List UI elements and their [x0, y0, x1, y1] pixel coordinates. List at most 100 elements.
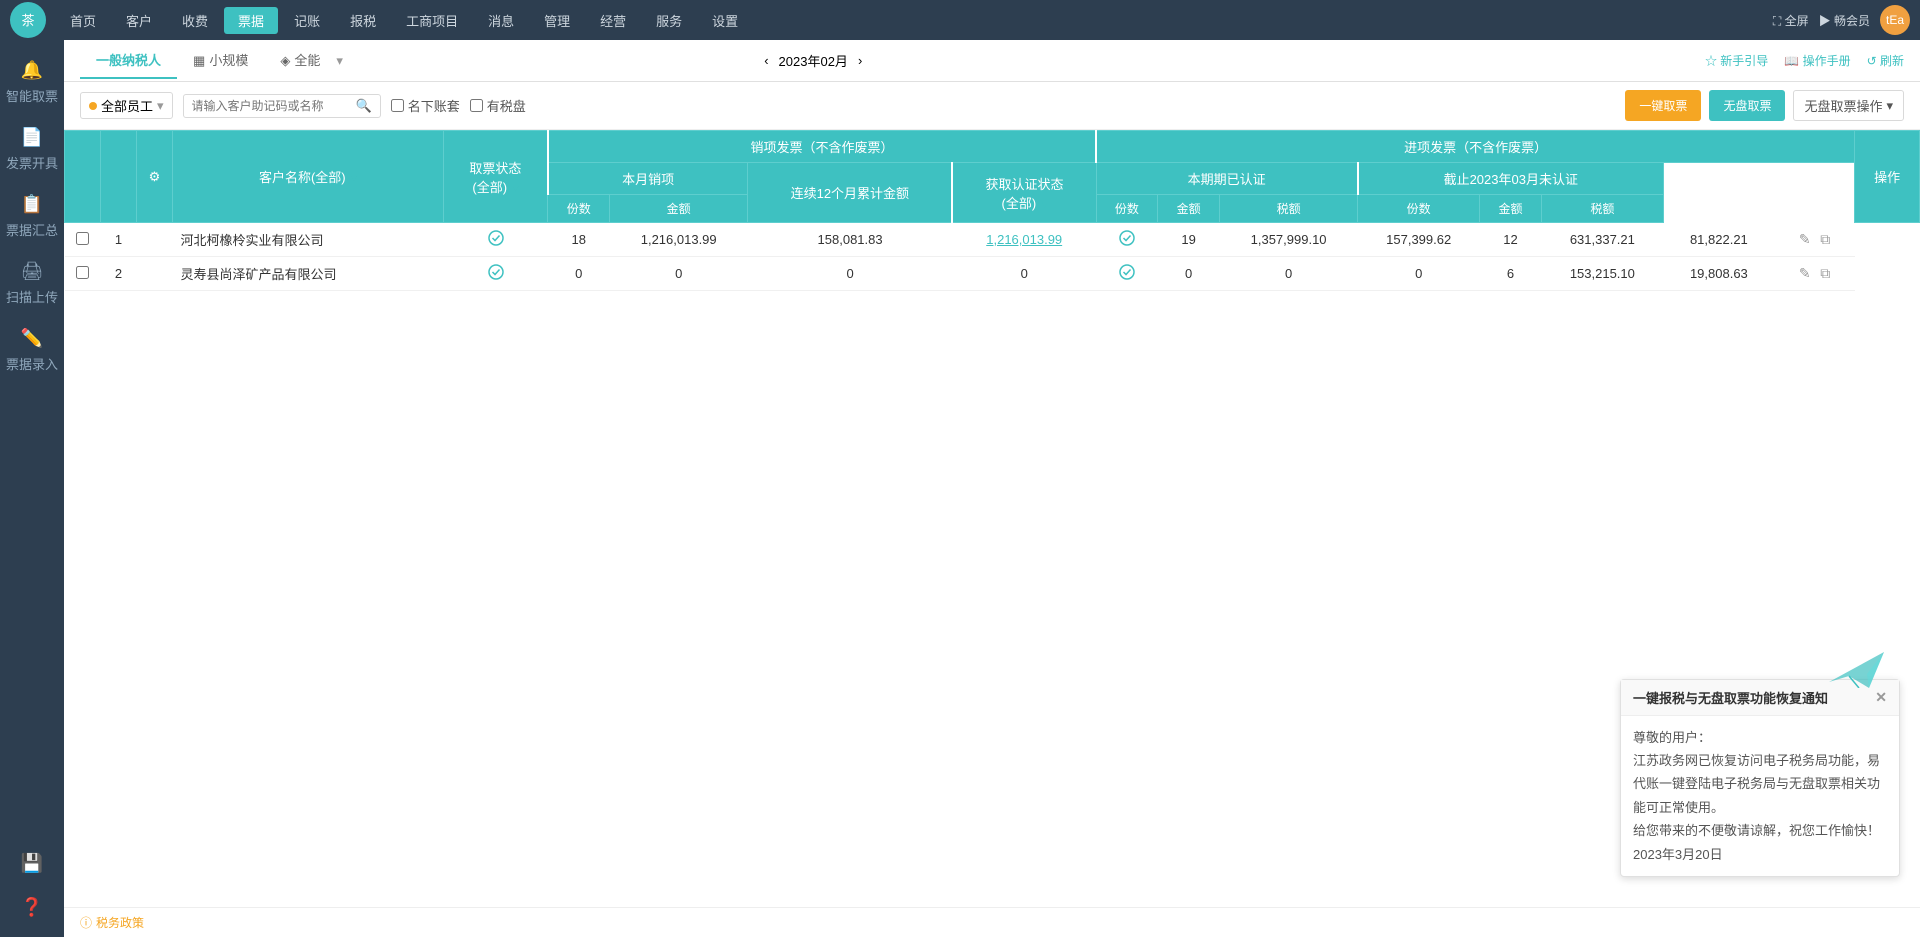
filter-taxdisk-checkbox[interactable]: 有税盘	[470, 96, 526, 115]
row1-sale-amount: 1,216,013.99	[610, 223, 748, 257]
toolbar-right: 一键取票 无盘取票 无盘取票操作 ▾	[1625, 90, 1904, 121]
row1-cert-count: 19	[1158, 223, 1220, 257]
row1-cert-amount: 1,357,999.10	[1219, 223, 1357, 257]
row2-num: 2	[101, 257, 137, 291]
search-icon[interactable]: 🔍	[356, 98, 372, 114]
employee-label: 全部员工	[101, 96, 153, 115]
th-cert-amount: 金额	[1158, 195, 1220, 223]
tab-dropdown-icon[interactable]: ▾	[336, 53, 343, 69]
th-uncert-amount: 金额	[1480, 195, 1542, 223]
tax-policy-link[interactable]: 税务政策	[80, 914, 144, 931]
customer-filter-icon[interactable]: ▾	[351, 173, 357, 185]
th-num	[101, 131, 137, 223]
table-row: 2 灵寿县尚泽矿产品有限公司 0 0 0 0 0	[65, 257, 1920, 291]
search-input[interactable]	[192, 99, 352, 113]
sidebar-item-smart-ticket[interactable]: 🔔 智能取票	[0, 50, 64, 113]
sidebar-item-label: 发票开具	[6, 153, 58, 172]
nav-message[interactable]: 消息	[474, 7, 528, 34]
th-current-month-sale: 本月销项	[548, 163, 748, 195]
notification-popup: 一键报税与无盘取票功能恢复通知 ✕ 尊敬的用户： 江苏政务网已恢复访问电子税务局…	[1620, 679, 1900, 877]
popup-decoration-icon	[1829, 652, 1889, 688]
refresh-btn[interactable]: ↺ 刷新	[1867, 52, 1904, 69]
row2-sale-amount: 0	[610, 257, 748, 291]
cert-status-filter-icon[interactable]: ▾	[1042, 199, 1048, 211]
tab-general-taxpayer[interactable]: 一般纳税人	[80, 42, 177, 79]
tab-small-scale[interactable]: ▦小规模	[177, 42, 264, 79]
sidebar-item-ticket-entry[interactable]: ✏️ 票据录入	[0, 318, 64, 381]
popup-close-btn[interactable]: ✕	[1875, 689, 1887, 706]
nav-business[interactable]: 工商项目	[392, 7, 472, 34]
row2-uncert-count: 6	[1480, 257, 1542, 291]
fullscreen-btn[interactable]: ⛶ 全屏	[1773, 12, 1809, 29]
manual-btn[interactable]: 📖 操作手册	[1784, 52, 1850, 69]
nav-fee[interactable]: 收费	[168, 7, 222, 34]
row1-check[interactable]	[65, 223, 101, 257]
row2-cert-count: 0	[1158, 257, 1220, 291]
nav-operation[interactable]: 经营	[586, 7, 640, 34]
row2-sale-tax: 0	[748, 257, 953, 291]
diskless-ticket-btn[interactable]: 无盘取票	[1709, 90, 1785, 121]
period-next-btn[interactable]: ›	[858, 53, 862, 68]
sidebar-item-ticket-summary[interactable]: 📋 票据汇总	[0, 184, 64, 247]
nav-settings[interactable]: 设置	[698, 7, 752, 34]
row2-edit-icon[interactable]: ✎	[1799, 265, 1811, 281]
one-click-ticket-btn[interactable]: 一键取票	[1625, 90, 1701, 121]
ticket-entry-icon: ✏️	[20, 326, 44, 350]
row1-customer: 河北柯橡柃实业有限公司	[173, 223, 444, 257]
smart-ticket-icon: 🔔	[20, 58, 44, 82]
row2-sale-count: 0	[548, 257, 610, 291]
popup-title: 一键报税与无盘取票功能恢复通知	[1633, 688, 1828, 707]
avatar[interactable]: tEa	[1880, 5, 1910, 35]
sidebar-item-scan-upload[interactable]: 🖨 扫描上传	[0, 251, 64, 314]
vip-btn[interactable]: ▶ 畅会员	[1819, 12, 1870, 29]
row2-cert-amount: 0	[1219, 257, 1357, 291]
invoice-open-icon: 📄	[20, 125, 44, 149]
sidebar-item-invoice-open[interactable]: 📄 发票开具	[0, 117, 64, 180]
filter-account-checkbox[interactable]: 名下账套	[391, 96, 460, 115]
app-logo[interactable]: 茶	[10, 2, 46, 38]
th-current-period-cert: 本期期已认证	[1096, 163, 1358, 195]
diskless-ops-btn[interactable]: 无盘取票操作 ▾	[1793, 90, 1904, 121]
row1-cumulative[interactable]: 1,216,013.99	[952, 223, 1096, 257]
employee-select[interactable]: 全部员工 ▾	[80, 92, 173, 119]
download-icon: 💾	[20, 851, 44, 875]
nav-service[interactable]: 服务	[642, 7, 696, 34]
nav-tax[interactable]: 报税	[336, 7, 390, 34]
row2-check[interactable]	[65, 257, 101, 291]
th-ticket-status: 取票状态(全部) ▾	[443, 131, 548, 223]
employee-dropdown-icon: ▾	[157, 98, 164, 114]
nav-bookkeeping[interactable]: 记账	[280, 7, 334, 34]
top-navigation: 茶 首页 客户 收费 票据 记账 报税 工商项目 消息 管理 经营 服务 设置 …	[0, 0, 1920, 40]
row2-copy-icon[interactable]: ⧉	[1820, 265, 1830, 281]
search-input-wrap: 🔍	[183, 94, 381, 118]
sidebar-item-help[interactable]: ❓	[16, 887, 48, 927]
filter-account-check[interactable]	[391, 99, 404, 112]
row1-sale-tax: 158,081.83	[748, 223, 953, 257]
settings-icon[interactable]: ⚙	[149, 169, 161, 184]
new-guide-btn[interactable]: ☆ 新手引导	[1705, 52, 1768, 69]
row1-num: 1	[101, 223, 137, 257]
tab-all[interactable]: ◈全能	[264, 42, 336, 79]
row1-cert-status	[1096, 223, 1158, 257]
nav-ticket[interactable]: 票据	[224, 7, 278, 34]
nav-home[interactable]: 首页	[56, 7, 110, 34]
dropdown-arrow-icon: ▾	[1886, 98, 1893, 114]
row1-edit-icon[interactable]: ✎	[1799, 231, 1811, 247]
nav-manage[interactable]: 管理	[530, 7, 584, 34]
sidebar-item-label: 智能取票	[6, 86, 58, 105]
sidebar-item-label: 票据汇总	[6, 220, 58, 239]
sidebar-bottom: 💾 ❓	[16, 843, 48, 937]
row1-cert-tax: 157,399.62	[1358, 223, 1480, 257]
th-until-mar-uncert: 截止2023年03月未认证	[1358, 163, 1664, 195]
ticket-status-filter-icon[interactable]: ▾	[513, 183, 519, 195]
row1-copy-icon[interactable]: ⧉	[1820, 231, 1830, 247]
sidebar-item-label: 票据录入	[6, 354, 58, 373]
all-icon: ◈	[280, 53, 290, 68]
filter-taxdisk-check[interactable]	[470, 99, 483, 112]
th-cert-count: 份数	[1096, 195, 1158, 223]
sidebar: 🔔 智能取票 📄 发票开具 📋 票据汇总 🖨 扫描上传 ✏️ 票据录入 💾 ❓	[0, 40, 64, 937]
bottom-bar: 税务政策	[64, 907, 1920, 937]
nav-customer[interactable]: 客户	[112, 7, 166, 34]
sidebar-item-download[interactable]: 💾	[16, 843, 48, 883]
period-prev-btn[interactable]: ‹	[764, 53, 768, 68]
